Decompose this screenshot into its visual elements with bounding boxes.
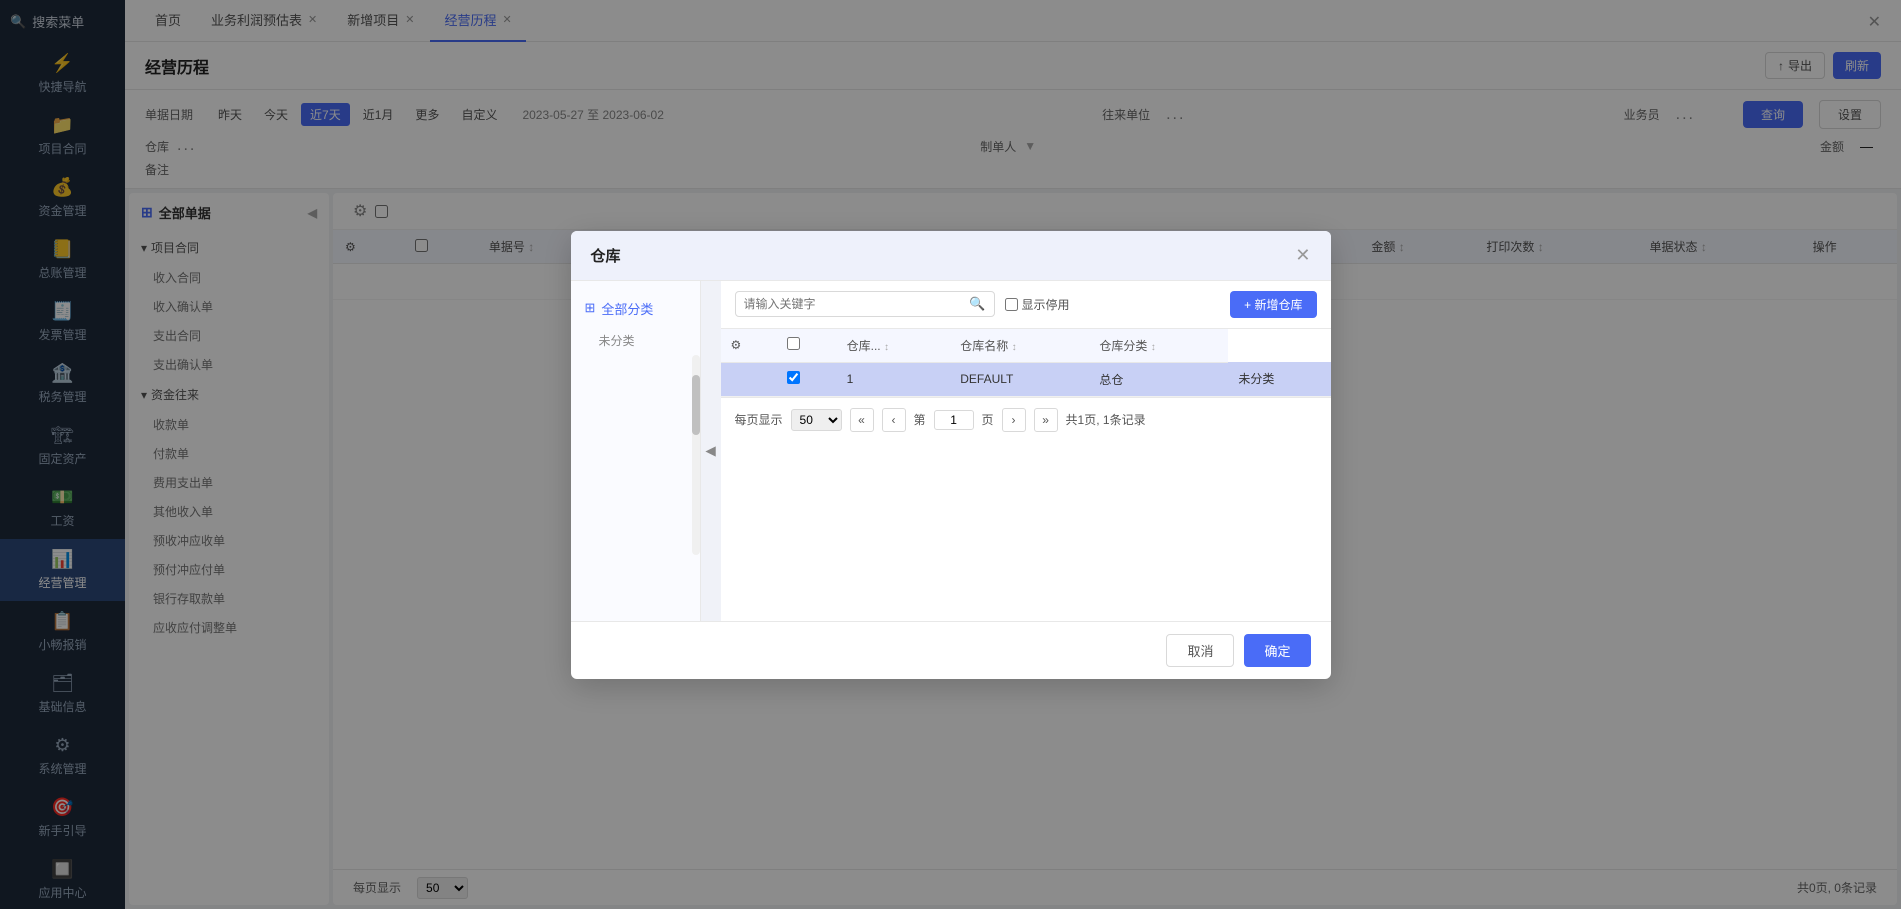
row-category: 未分类 bbox=[1228, 362, 1330, 396]
page-input[interactable] bbox=[934, 410, 974, 430]
warehouse-modal: 仓库 ✕ ⊞ 全部分类 未分类 ◀ 🔍 bbox=[571, 231, 1331, 679]
last-page-button[interactable]: » bbox=[1034, 408, 1058, 432]
modal-main: 🔍 显示停用 + 新增仓库 ⚙ bbox=[721, 281, 1331, 621]
modal-table: ⚙ 仓库... ↕ 仓库名称 ↕ 仓库分类 bbox=[721, 329, 1331, 397]
modal-col-settings[interactable]: ⚙ bbox=[721, 329, 777, 363]
confirm-button[interactable]: 确定 bbox=[1244, 634, 1310, 667]
modal-table-scroll[interactable]: ⚙ 仓库... ↕ 仓库名称 ↕ 仓库分类 bbox=[721, 329, 1331, 397]
modal-search-icon: 🔍 bbox=[969, 296, 985, 312]
sidebar-scroll-area bbox=[571, 355, 700, 555]
modal-uncategorized[interactable]: 未分类 bbox=[571, 326, 700, 355]
add-warehouse-label: + 新增仓库 bbox=[1244, 296, 1302, 313]
show-disabled-text: 显示停用 bbox=[1022, 296, 1070, 313]
row-settings bbox=[721, 362, 777, 396]
modal-total-label: 共1页, 1条记录 bbox=[1066, 411, 1146, 428]
sort-name-icon: ↕ bbox=[1012, 342, 1017, 353]
modal-pagination: 每页显示 50 100 « ‹ 第 页 › » 共1页, 1条记录 bbox=[721, 397, 1331, 442]
modal-search-input[interactable] bbox=[744, 297, 970, 311]
modal-select-all[interactable] bbox=[787, 337, 800, 350]
row-index: 1 bbox=[837, 362, 951, 396]
show-disabled-checkbox[interactable] bbox=[1005, 298, 1018, 311]
modal-col-category[interactable]: 仓库分类 ↕ bbox=[1089, 329, 1228, 363]
modal-per-page-select[interactable]: 50 100 bbox=[791, 409, 842, 431]
sort-cat-icon: ↕ bbox=[1151, 342, 1156, 353]
row-code: DEFAULT bbox=[950, 362, 1089, 396]
sort-code-icon: ↕ bbox=[884, 342, 889, 353]
page-unit: 页 bbox=[982, 411, 994, 428]
modal-close-button[interactable]: ✕ bbox=[1295, 245, 1310, 266]
all-category-label: 全部分类 bbox=[601, 299, 653, 318]
modal-footer: 取消 确定 bbox=[571, 621, 1331, 679]
table-row[interactable]: 1 DEFAULT 总仓 未分类 bbox=[721, 362, 1331, 396]
modal-toolbar: 🔍 显示停用 + 新增仓库 bbox=[721, 281, 1331, 329]
scrollbar-thumb[interactable] bbox=[692, 375, 700, 435]
modal-header: 仓库 ✕ bbox=[571, 231, 1331, 281]
modal-col-category-label: 仓库分类 bbox=[1099, 339, 1147, 353]
modal-sidebar: ⊞ 全部分类 未分类 bbox=[571, 281, 701, 621]
add-warehouse-button[interactable]: + 新增仓库 bbox=[1230, 291, 1316, 318]
modal-body: ⊞ 全部分类 未分类 ◀ 🔍 显示停用 bbox=[571, 281, 1331, 621]
sidebar-collapse-button[interactable]: ◀ bbox=[701, 281, 721, 621]
modal-all-category[interactable]: ⊞ 全部分类 bbox=[571, 291, 700, 326]
modal-col-name-label: 仓库名称 bbox=[960, 339, 1008, 353]
modal-col-code-label: 仓库... bbox=[847, 339, 881, 353]
modal-search-box[interactable]: 🔍 bbox=[735, 291, 995, 317]
cancel-button[interactable]: 取消 bbox=[1166, 634, 1234, 667]
modal-col-checkbox bbox=[777, 329, 837, 363]
row-checkbox[interactable] bbox=[777, 362, 837, 396]
first-page-button[interactable]: « bbox=[850, 408, 874, 432]
next-page-button[interactable]: › bbox=[1002, 408, 1026, 432]
modal-col-name[interactable]: 仓库名称 ↕ bbox=[950, 329, 1089, 363]
prev-page-button[interactable]: ‹ bbox=[882, 408, 906, 432]
row-name: 总仓 bbox=[1089, 362, 1228, 396]
modal-title: 仓库 bbox=[591, 245, 621, 266]
grid-category-icon: ⊞ bbox=[585, 300, 596, 316]
scrollbar-track bbox=[692, 355, 700, 555]
modal-col-code[interactable]: 仓库... ↕ bbox=[837, 329, 951, 363]
page-label: 第 bbox=[914, 411, 926, 428]
modal-per-page-label: 每页显示 bbox=[735, 411, 783, 428]
show-disabled-label[interactable]: 显示停用 bbox=[1005, 296, 1070, 313]
